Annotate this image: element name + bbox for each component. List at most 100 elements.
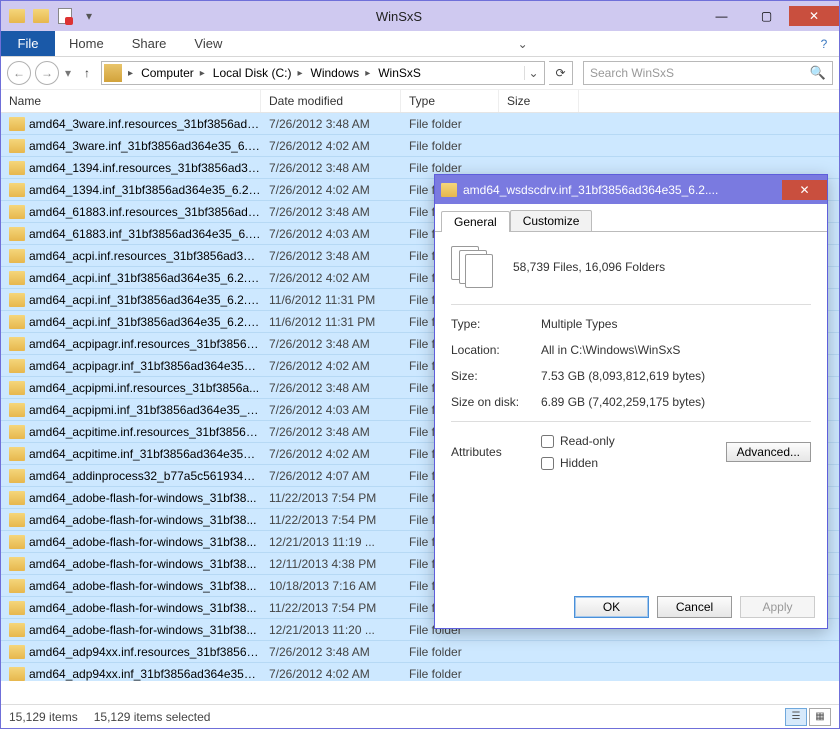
file-type: File folder bbox=[401, 667, 499, 681]
value-size-on-disk: 6.89 GB (7,402,259,175 bytes) bbox=[541, 395, 811, 409]
close-button[interactable]: ✕ bbox=[789, 6, 839, 26]
back-button[interactable]: ← bbox=[7, 61, 31, 85]
up-button[interactable]: ↑ bbox=[77, 63, 97, 83]
crumb-computer[interactable]: Computer bbox=[135, 66, 198, 80]
file-date: 11/22/2013 7:54 PM bbox=[261, 513, 401, 527]
label-location: Location: bbox=[451, 343, 541, 357]
advanced-button[interactable]: Advanced... bbox=[726, 442, 811, 462]
qat-open-icon[interactable] bbox=[31, 6, 51, 26]
file-name: amd64_acpi.inf_31bf3856ad364e35_6.2.92..… bbox=[29, 293, 261, 307]
address-dropdown-icon[interactable]: ⌄ bbox=[524, 66, 542, 80]
qat-properties-icon[interactable] bbox=[55, 6, 75, 26]
file-name: amd64_1394.inf.resources_31bf3856ad36... bbox=[29, 161, 261, 175]
tab-share[interactable]: Share bbox=[118, 31, 181, 56]
table-row[interactable]: amd64_adp94xx.inf.resources_31bf3856a...… bbox=[1, 641, 839, 663]
forward-button[interactable]: → bbox=[35, 61, 59, 85]
file-date: 11/6/2012 11:31 PM bbox=[261, 315, 401, 329]
file-tab[interactable]: File bbox=[1, 31, 55, 56]
files-folders-summary: 58,739 Files, 16,096 Folders bbox=[513, 260, 665, 274]
tab-general[interactable]: General bbox=[441, 211, 510, 232]
folder-icon bbox=[9, 403, 25, 417]
crumb-localdisk[interactable]: Local Disk (C:) bbox=[207, 66, 296, 80]
column-type[interactable]: Type bbox=[401, 90, 499, 112]
file-name: amd64_acpitime.inf.resources_31bf3856a..… bbox=[29, 425, 261, 439]
table-row[interactable]: amd64_3ware.inf.resources_31bf3856ad3...… bbox=[1, 113, 839, 135]
search-input[interactable] bbox=[590, 66, 810, 80]
table-row[interactable]: amd64_adp94xx.inf_31bf3856ad364e35_6....… bbox=[1, 663, 839, 681]
search-icon[interactable]: 🔍 bbox=[810, 65, 826, 81]
dialog-tabs: General Customize bbox=[435, 204, 827, 232]
chevron-right-icon[interactable]: ▸ bbox=[198, 68, 207, 79]
search-box[interactable]: 🔍 bbox=[583, 61, 833, 85]
file-name: amd64_acpipagr.inf_31bf3856ad364e35_6... bbox=[29, 359, 261, 373]
apply-button[interactable]: Apply bbox=[740, 596, 815, 618]
file-name: amd64_adobe-flash-for-windows_31bf38... bbox=[29, 557, 256, 571]
chevron-right-icon[interactable]: ▸ bbox=[363, 68, 372, 79]
column-headers: Name Date modified Type Size bbox=[1, 89, 839, 113]
file-name: amd64_acpitime.inf_31bf3856ad364e35_6... bbox=[29, 447, 261, 461]
file-name: amd64_acpipmi.inf_31bf3856ad364e35_6.... bbox=[29, 403, 261, 417]
checkbox-hidden[interactable]: Hidden bbox=[541, 456, 615, 470]
crumb-winsxs[interactable]: WinSxS bbox=[372, 66, 425, 80]
dialog-close-button[interactable]: ✕ bbox=[782, 180, 827, 200]
folder-icon bbox=[9, 447, 25, 461]
file-date: 12/11/2013 4:38 PM bbox=[261, 557, 401, 571]
ok-button[interactable]: OK bbox=[574, 596, 649, 618]
file-name: amd64_acpi.inf_31bf3856ad364e35_6.2.92..… bbox=[29, 271, 261, 285]
folder-icon bbox=[9, 579, 25, 593]
label-size: Size: bbox=[451, 369, 541, 383]
drive-icon bbox=[104, 64, 122, 82]
table-row[interactable]: amd64_3ware.inf_31bf3856ad364e35_6.2....… bbox=[1, 135, 839, 157]
file-name: amd64_adobe-flash-for-windows_31bf38... bbox=[29, 579, 256, 593]
ribbon-expand-icon[interactable]: ⌄ bbox=[508, 31, 538, 56]
file-date: 11/6/2012 11:31 PM bbox=[261, 293, 401, 307]
dialog-titlebar[interactable]: amd64_wsdscdrv.inf_31bf3856ad364e35_6.2.… bbox=[435, 175, 827, 204]
file-date: 7/26/2012 4:02 AM bbox=[261, 667, 401, 681]
chevron-right-icon[interactable]: ▸ bbox=[295, 68, 304, 79]
help-icon[interactable]: ? bbox=[809, 31, 839, 56]
file-date: 7/26/2012 3:48 AM bbox=[261, 645, 401, 659]
chevron-right-icon[interactable]: ▸ bbox=[126, 68, 135, 79]
tab-customize[interactable]: Customize bbox=[510, 210, 593, 231]
maximize-button[interactable]: ▢ bbox=[744, 6, 789, 26]
navigation-bar: ← → ▾ ↑ ▸ Computer ▸ Local Disk (C:) ▸ W… bbox=[1, 57, 839, 89]
file-name: amd64_adobe-flash-for-windows_31bf38... bbox=[29, 623, 256, 637]
tab-view[interactable]: View bbox=[180, 31, 236, 56]
refresh-button[interactable]: ⟳ bbox=[549, 61, 573, 85]
cancel-button[interactable]: Cancel bbox=[657, 596, 732, 618]
nav-history-dropdown-icon[interactable]: ▾ bbox=[63, 66, 73, 80]
folder-icon bbox=[9, 601, 25, 615]
folder-icon bbox=[9, 645, 25, 659]
qat-dropdown-icon[interactable]: ▾ bbox=[79, 6, 99, 26]
file-date: 7/26/2012 3:48 AM bbox=[261, 425, 401, 439]
folder-icon bbox=[9, 205, 25, 219]
file-date: 12/21/2013 11:19 ... bbox=[261, 535, 401, 549]
window-titlebar: ▾ WinSxS — ▢ ✕ bbox=[1, 1, 839, 31]
label-type: Type: bbox=[451, 317, 541, 331]
minimize-button[interactable]: — bbox=[699, 6, 744, 26]
file-name: amd64_adobe-flash-for-windows_31bf38... bbox=[29, 491, 256, 505]
column-size[interactable]: Size bbox=[499, 90, 579, 112]
file-date: 7/26/2012 3:48 AM bbox=[261, 205, 401, 219]
folder-icon bbox=[9, 535, 25, 549]
file-name: amd64_3ware.inf_31bf3856ad364e35_6.2.... bbox=[29, 139, 261, 153]
tab-home[interactable]: Home bbox=[55, 31, 118, 56]
folder-icon bbox=[9, 359, 25, 373]
crumb-windows[interactable]: Windows bbox=[305, 66, 364, 80]
label-attributes: Attributes bbox=[451, 445, 541, 459]
file-name: amd64_acpipmi.inf.resources_31bf3856a... bbox=[29, 381, 259, 395]
folder-icon bbox=[9, 315, 25, 329]
column-date[interactable]: Date modified bbox=[261, 90, 401, 112]
icons-view-icon[interactable]: ▦ bbox=[809, 708, 831, 726]
window-title: WinSxS bbox=[99, 9, 699, 24]
folder-icon bbox=[9, 117, 25, 131]
address-bar[interactable]: ▸ Computer ▸ Local Disk (C:) ▸ Windows ▸… bbox=[101, 61, 545, 85]
column-name[interactable]: Name bbox=[1, 90, 261, 112]
folder-icon bbox=[9, 139, 25, 153]
file-name: amd64_adobe-flash-for-windows_31bf38... bbox=[29, 535, 256, 549]
details-view-icon[interactable]: ☰ bbox=[785, 708, 807, 726]
checkbox-readonly[interactable]: Read-only bbox=[541, 434, 615, 448]
value-size: 7.53 GB (8,093,812,619 bytes) bbox=[541, 369, 811, 383]
file-date: 7/26/2012 3:48 AM bbox=[261, 117, 401, 131]
file-name: amd64_1394.inf_31bf3856ad364e35_6.2.9... bbox=[29, 183, 261, 197]
